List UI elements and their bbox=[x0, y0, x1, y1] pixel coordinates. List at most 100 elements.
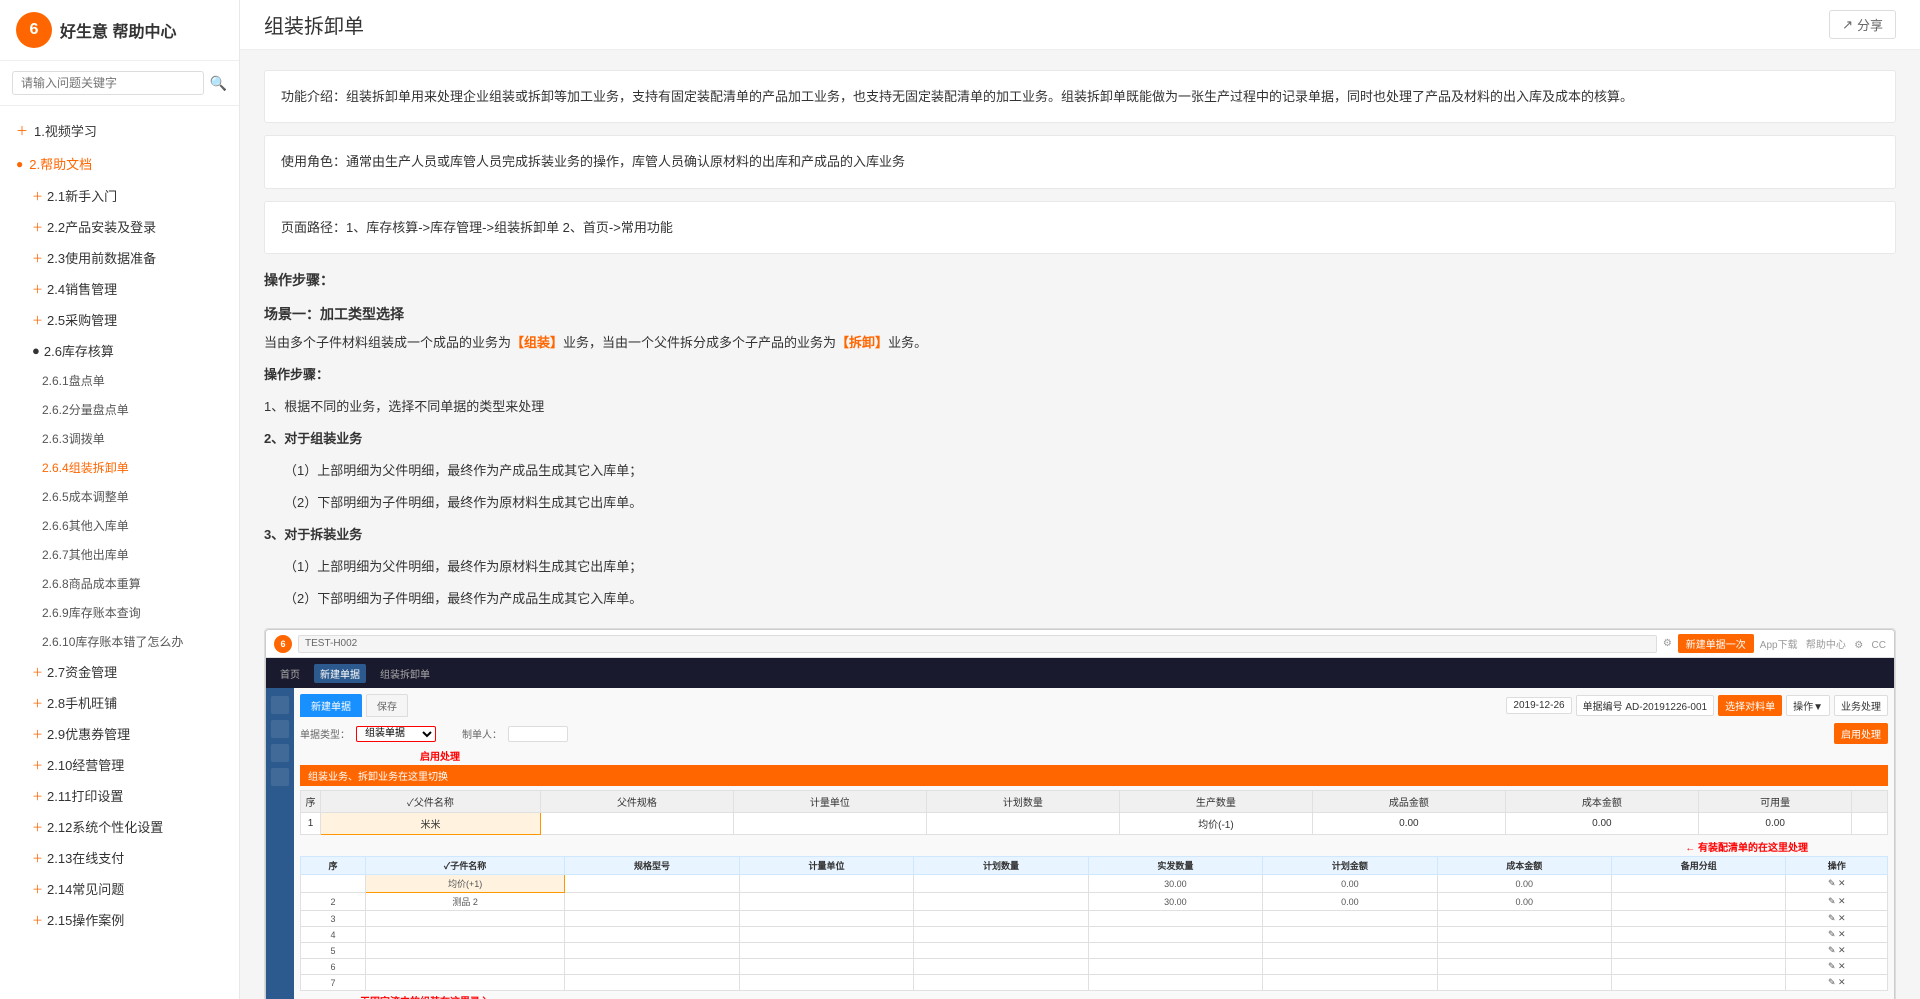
sidebar-item-2-15[interactable]: ＋ 2.15操作案例 bbox=[0, 904, 239, 935]
th-lower-seq: 序 bbox=[301, 857, 366, 875]
sidebar-item-2-4[interactable]: ＋ 2.4销售管理 bbox=[0, 273, 239, 304]
sidebar-item-2-1[interactable]: ＋ 2.1新手入门 bbox=[0, 180, 239, 211]
mock-side-icon-1 bbox=[271, 696, 289, 714]
step3-1: （1）上部明细为父件明细，最终作为原材料生成其它出库单； bbox=[264, 554, 1896, 580]
th-lower-name: ✓子件名称 bbox=[365, 857, 564, 875]
sidebar-leaf-2-6-10[interactable]: 2.6.10库存账本错了怎么办 bbox=[0, 627, 239, 656]
mock-lower-table: 序 ✓子件名称 规格型号 计量单位 计划数量 实发数量 计划金额 成本金额 备用… bbox=[300, 856, 1888, 991]
mock-btn-op2[interactable]: 业务处理 bbox=[1834, 695, 1888, 716]
sidebar-group-label: 1.视频学习 bbox=[34, 121, 97, 140]
step2-2: （2）下部明细为子件明细，最终作为原材料生成其它出库单。 bbox=[264, 490, 1896, 516]
share-button[interactable]: ↗ 分享 bbox=[1829, 10, 1896, 39]
sidebar-leaf-2-6-9[interactable]: 2.6.9库存账本查询 bbox=[0, 598, 239, 627]
sidebar-leaf-2-6-5[interactable]: 2.6.5成本调整单 bbox=[0, 482, 239, 511]
th-upper-avail: 可用量 bbox=[1698, 791, 1852, 813]
sidebar-leaf-2-6-1[interactable]: 2.6.1盘点单 bbox=[0, 366, 239, 395]
sidebar-item-2-12[interactable]: ＋ 2.12系统个性化设置 bbox=[0, 811, 239, 842]
sidebar-item-2-5[interactable]: ＋ 2.5采购管理 bbox=[0, 304, 239, 335]
plus-icon-2-8: ＋ bbox=[32, 695, 43, 711]
sidebar-item-2-13[interactable]: ＋ 2.13在线支付 bbox=[0, 842, 239, 873]
th-upper-plan: 计划数量 bbox=[926, 791, 1119, 813]
th-lower-cost: 成本金额 bbox=[1437, 857, 1611, 875]
step3-2: （2）下部明细为子件明细，最终作为产成品生成其它入库单。 bbox=[264, 586, 1896, 612]
search-input[interactable] bbox=[12, 71, 204, 95]
sidebar-item-video[interactable]: ＋ 1.视频学习 bbox=[0, 114, 239, 147]
table-row: 3✎ ✕ bbox=[301, 911, 1888, 927]
search-icon[interactable]: 🔍 bbox=[210, 75, 227, 92]
sidebar-leaf-2-6-7[interactable]: 2.6.7其他出库单 bbox=[0, 540, 239, 569]
plus-icon-1: ＋ bbox=[16, 122, 28, 139]
mock-tab-new[interactable]: 新建单据 bbox=[300, 694, 362, 717]
screenshot-container: 6 TEST-H002 ⚙ 新建单据一次 App下载 帮助中心 ⚙ CC 首页 … bbox=[264, 628, 1896, 999]
steps-label: 操作步骤： bbox=[264, 362, 1896, 388]
sidebar-item-2-14[interactable]: ＋ 2.14常见问题 bbox=[0, 873, 239, 904]
sidebar-item-2-7[interactable]: ＋ 2.7资金管理 bbox=[0, 656, 239, 687]
main-header: 组装拆卸单 ↗ 分享 bbox=[240, 0, 1920, 50]
plus-icon-2-13: ＋ bbox=[32, 850, 43, 866]
mock-btn-op1[interactable]: 操作▼ bbox=[1786, 695, 1830, 716]
mock-content-area: 新建单据 保存 2019-12-26 单据编号 AD-20191226-001 … bbox=[266, 688, 1894, 999]
mock-maker[interactable] bbox=[508, 726, 568, 742]
sidebar-item-2-3[interactable]: ＋ 2.3使用前数据准备 bbox=[0, 242, 239, 273]
sidebar-header: 6 好生意 帮助中心 bbox=[0, 0, 239, 61]
plus-icon-2-11: ＋ bbox=[32, 788, 43, 804]
mock-url-bar: TEST-H002 bbox=[298, 635, 1657, 653]
intro-block: 功能介绍：组装拆卸单用来处理企业组装或拆卸等加工业务，支持有固定装配清单的产品加… bbox=[264, 70, 1896, 123]
lower-name-cell-1[interactable]: 均价(+1) bbox=[365, 875, 564, 893]
sidebar-item-2-9[interactable]: ＋ 2.9优惠券管理 bbox=[0, 718, 239, 749]
lower-name-cell-2[interactable]: 测品 2 bbox=[365, 893, 564, 911]
mock-nav-home[interactable]: 首页 bbox=[274, 664, 306, 683]
sidebar-group-label-2: 2.帮助文档 bbox=[29, 154, 92, 173]
sidebar-subitems-2: ＋ 2.1新手入门 ＋ 2.2产品安装及登录 ＋ 2.3使用前数据准备 ＋ 2.… bbox=[0, 180, 239, 935]
annotation-nofixed: 无固定流中的组装在这里录入 bbox=[360, 993, 1888, 999]
mock-btn-approve[interactable]: 选择对料单 bbox=[1718, 695, 1782, 716]
step1: 1、根据不同的业务，选择不同单据的类型来处理 bbox=[264, 394, 1896, 420]
table-row: 6✎ ✕ bbox=[301, 959, 1888, 975]
sidebar-item-2-6[interactable]: ● 2.6库存核算 bbox=[0, 335, 239, 366]
plus-icon-2-7: ＋ bbox=[32, 664, 43, 680]
mock-side-icon-3 bbox=[271, 744, 289, 762]
type-label: 单据类型： bbox=[300, 726, 350, 741]
sidebar-leaf-2-6-2[interactable]: 2.6.2分量盘点单 bbox=[0, 395, 239, 424]
path-block: 页面路径：1、库存核算->库存管理->组装拆卸单 2、首页->常用功能 bbox=[264, 201, 1896, 254]
th-upper-amount: 成品金额 bbox=[1312, 791, 1505, 813]
th-lower-plan: 计划数量 bbox=[914, 857, 1088, 875]
sidebar-leaf-2-6-6[interactable]: 2.6.6其他入库单 bbox=[0, 511, 239, 540]
sidebar-leaf-2-6-4[interactable]: 2.6.4组装拆卸单 bbox=[0, 453, 239, 482]
plus-icon-2-9: ＋ bbox=[32, 726, 43, 742]
th-lower-op: 操作 bbox=[1786, 857, 1888, 875]
step2: 2、对于组装业务 bbox=[264, 426, 1896, 452]
sidebar-leaf-2-6-8[interactable]: 2.6.8商品成本重算 bbox=[0, 569, 239, 598]
mock-type-select[interactable]: 组装单据 拆卸单据 bbox=[356, 726, 436, 742]
minus-icon-2-6: ● bbox=[32, 343, 40, 358]
th-upper-op bbox=[1852, 791, 1888, 813]
sidebar-item-helpdoc[interactable]: ● 2.帮助文档 bbox=[0, 147, 239, 180]
mock-nav-list[interactable]: 组装拆卸单 bbox=[374, 664, 436, 683]
mock-browser: 6 TEST-H002 ⚙ 新建单据一次 App下载 帮助中心 ⚙ CC 首页 … bbox=[265, 629, 1895, 999]
mock-nav-new[interactable]: 新建单据 bbox=[314, 664, 366, 683]
mock-btn-process[interactable]: 启用处理 bbox=[1834, 723, 1888, 744]
mock-btn-new[interactable]: 新建单据一次 bbox=[1678, 634, 1754, 653]
plus-icon-2-1: ＋ bbox=[32, 188, 43, 204]
search-bar: 🔍 bbox=[0, 61, 239, 106]
sidebar-item-2-11[interactable]: ＋ 2.11打印设置 bbox=[0, 780, 239, 811]
mock-tab-save[interactable]: 保存 bbox=[366, 694, 408, 717]
table-row: 7✎ ✕ bbox=[301, 975, 1888, 991]
role-block: 使用角色：通常由生产人员或库管人员完成拆装业务的操作，库管人员确认原材料的出库和… bbox=[264, 135, 1896, 188]
app-title: 好生意 帮助中心 bbox=[60, 18, 176, 42]
upper-name-cell[interactable]: 米米 bbox=[321, 813, 541, 835]
nav-group-1: ＋ 1.视频学习 bbox=[0, 114, 239, 147]
th-upper-name: ✓父件名称 bbox=[321, 791, 541, 813]
mock-btn-no: 单据编号 AD-20191226-001 bbox=[1576, 695, 1715, 716]
sidebar-item-2-10[interactable]: ＋ 2.10经营管理 bbox=[0, 749, 239, 780]
plus-icon-2-4: ＋ bbox=[32, 281, 43, 297]
table-row: 4✎ ✕ bbox=[301, 927, 1888, 943]
share-icon: ↗ bbox=[1842, 17, 1853, 33]
plus-icon-2-15: ＋ bbox=[32, 912, 43, 928]
sidebar-item-2-2[interactable]: ＋ 2.2产品安装及登录 bbox=[0, 211, 239, 242]
mock-top-bar: 6 TEST-H002 ⚙ 新建单据一次 App下载 帮助中心 ⚙ CC bbox=[266, 630, 1894, 658]
mock-nav-bar: 首页 新建单据 组装拆卸单 bbox=[266, 658, 1894, 688]
plus-icon-2-14: ＋ bbox=[32, 881, 43, 897]
sidebar-item-2-8[interactable]: ＋ 2.8手机旺铺 bbox=[0, 687, 239, 718]
sidebar-leaf-2-6-3[interactable]: 2.6.3调拨单 bbox=[0, 424, 239, 453]
